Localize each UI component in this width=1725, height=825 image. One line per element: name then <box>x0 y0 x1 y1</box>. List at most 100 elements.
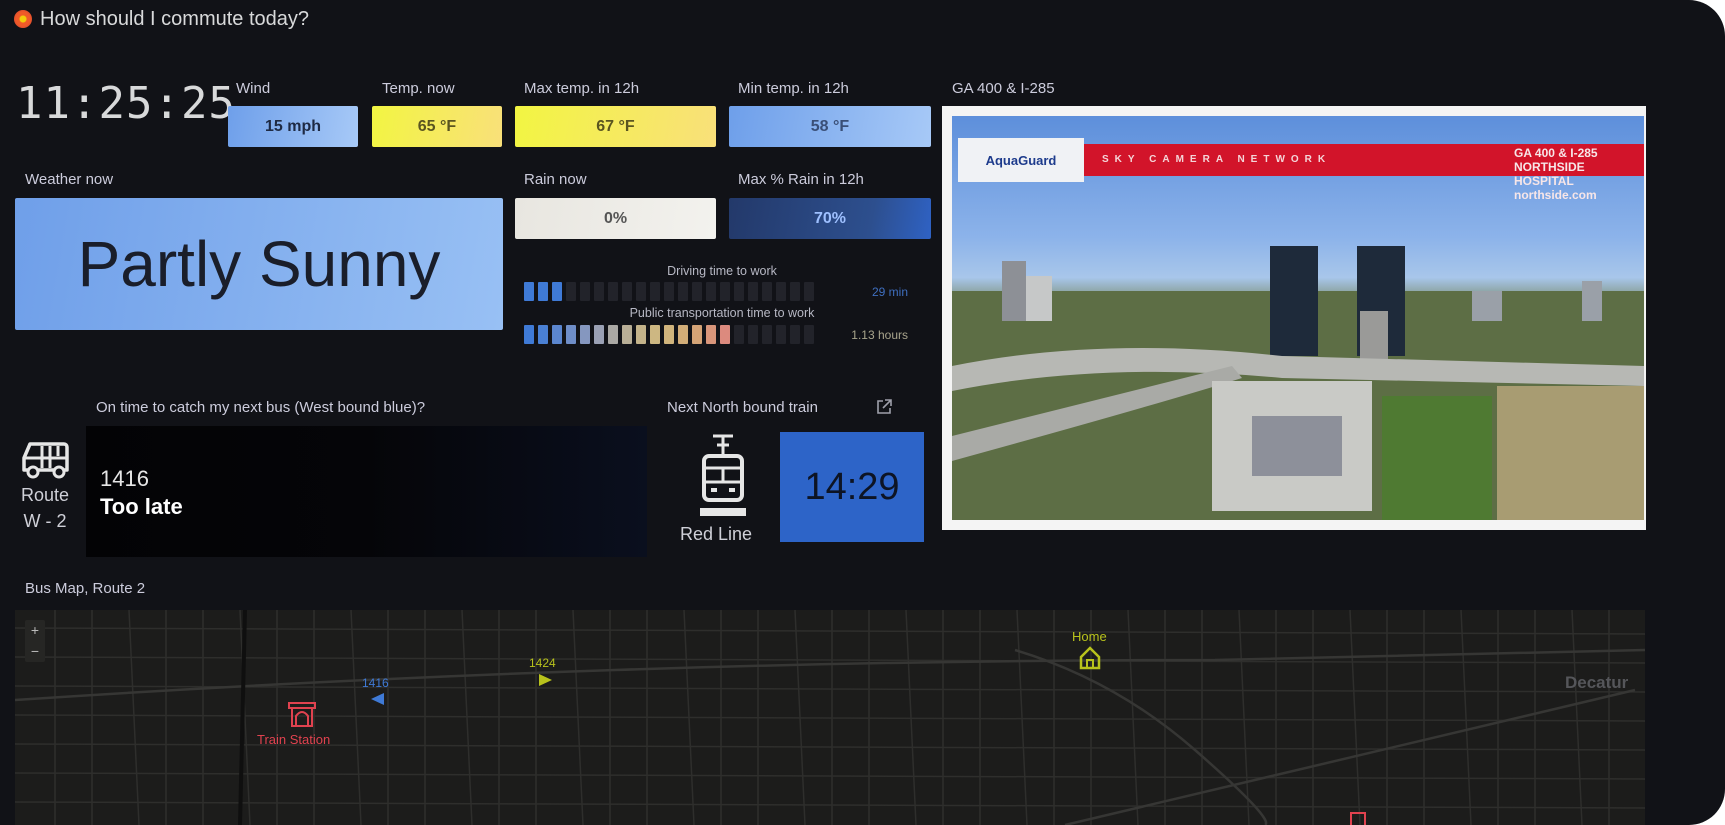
gauge-cell-lit <box>566 325 576 344</box>
traffic-camera-panel: AquaGuard SKY CAMERA NETWORK GA 400 & I-… <box>942 106 1646 530</box>
gauge-cell-lit <box>552 282 562 301</box>
bus-1416-marker-label: 1416 <box>362 676 389 690</box>
gauge-cell-lit <box>720 325 730 344</box>
gauge-cell <box>608 282 618 301</box>
weather-now-label: Weather now <box>25 171 114 188</box>
traffic-camera-image: AquaGuard SKY CAMERA NETWORK GA 400 & I-… <box>952 116 1644 520</box>
station-marker-icon[interactable] <box>1350 812 1366 825</box>
bus-panel-label: On time to catch my next bus (West bound… <box>96 399 426 416</box>
wind-stat: 15 mph <box>228 106 358 147</box>
gauge-cell-lit <box>692 325 702 344</box>
map-zoom-in-button[interactable]: + <box>25 620 45 641</box>
gauge-cell <box>664 282 674 301</box>
map-place-decatur: Decatur <box>1565 673 1629 692</box>
sponsor-logo: AquaGuard <box>958 138 1084 182</box>
train-icon <box>700 434 746 516</box>
gauge-cell <box>748 282 758 301</box>
gauge-cell <box>678 282 688 301</box>
gauge-cell-lit <box>650 325 660 344</box>
bus-status-panel: 1416 Too late <box>86 426 647 557</box>
camera-label: GA 400 & I-285 <box>952 80 1055 97</box>
bus-route-line1: Route <box>20 485 70 505</box>
sponsor-name: AquaGuard <box>985 152 1057 168</box>
gauge-cell-lit <box>594 325 604 344</box>
gauge-cell <box>636 282 646 301</box>
grafana-logo-icon <box>14 10 32 28</box>
camera-network: SKY CAMERA NETWORK <box>1102 154 1332 165</box>
gauge-cell <box>776 325 786 344</box>
dashboard-title[interactable]: How should I commute today? <box>40 8 309 31</box>
camera-location: GA 400 & I-285 NORTHSIDE HOSPITAL northsi… <box>1514 146 1644 202</box>
map-zoom-out-button[interactable]: − <box>25 641 45 662</box>
min-temp-label: Min temp. in 12h <box>738 80 849 97</box>
bus-1424-marker-icon[interactable] <box>537 673 553 687</box>
gauge-cell-lit <box>636 325 646 344</box>
train-time-stat: 14:29 <box>780 432 924 542</box>
gauge-cell <box>762 282 772 301</box>
gauge-cell <box>804 282 814 301</box>
home-marker-icon[interactable] <box>1079 646 1101 670</box>
clock: 11:25:25 <box>16 78 236 129</box>
gauge-cell <box>734 282 744 301</box>
gauge-cell <box>594 282 604 301</box>
gauge-cell <box>790 282 800 301</box>
temp-now-label: Temp. now <box>382 80 455 97</box>
gauge-cell <box>566 282 576 301</box>
dashboard-header: How should I commute today? <box>14 6 309 32</box>
gauge-cell-lit <box>622 325 632 344</box>
max-rain-label: Max % Rain in 12h <box>738 171 864 188</box>
camera-network-bar: SKY CAMERA NETWORK GA 400 & I-285 NORTHS… <box>1084 144 1644 202</box>
bus-status: Too late <box>100 494 183 519</box>
map-streets <box>15 610 1645 825</box>
gauge-cell <box>580 282 590 301</box>
train-station-marker-label: Train Station <box>257 732 331 747</box>
gauge-cell-lit <box>524 282 534 301</box>
gauge-cell <box>734 325 744 344</box>
dashboard-window: How should I commute today? 11:25:25 Win… <box>0 0 1725 825</box>
gauge-cell-lit <box>678 325 688 344</box>
min-temp-stat: 58 °F <box>729 106 931 147</box>
camera-banner: AquaGuard SKY CAMERA NETWORK GA 400 & I-… <box>952 138 1644 202</box>
temp-now-stat: 65 °F <box>372 106 502 147</box>
weather-now-stat: Partly Sunny <box>15 198 503 330</box>
driving-time-label: Driving time to work <box>667 264 777 278</box>
bus-route-line2: W - 2 <box>23 511 67 531</box>
driving-time-value: 29 min <box>871 285 908 299</box>
map-zoom-controls: + − <box>25 620 45 662</box>
gauge-cell-lit <box>608 325 618 344</box>
gauge-cell <box>720 282 730 301</box>
camera-site: northside.com <box>1514 188 1597 202</box>
driving-time-gauge <box>524 282 814 301</box>
max-temp-stat: 67 °F <box>515 106 716 147</box>
gauge-cell <box>706 282 716 301</box>
transit-time-gauge <box>524 325 814 344</box>
home-marker-label: Home <box>1072 629 1107 644</box>
gauge-cell <box>650 282 660 301</box>
bus-map[interactable]: + − Train Station 1416 1424 Home Decatur <box>15 610 1645 825</box>
gauge-cell-lit <box>524 325 534 344</box>
bus-map-label: Bus Map, Route 2 <box>25 580 146 597</box>
max-rain-stat: 70% <box>729 198 931 239</box>
gauge-cell-lit <box>538 282 548 301</box>
gauge-cell <box>762 325 772 344</box>
gauge-cell-lit <box>580 325 590 344</box>
rain-now-stat: 0% <box>515 198 716 239</box>
train-station-marker-icon[interactable] <box>287 700 317 730</box>
gauge-cell <box>622 282 632 301</box>
bus-icon <box>22 442 69 479</box>
external-link-icon[interactable] <box>875 398 893 416</box>
gauge-cell <box>692 282 702 301</box>
bus-number: 1416 <box>100 466 149 491</box>
gauge-cell-lit <box>552 325 562 344</box>
gauge-cell <box>748 325 758 344</box>
train-panel-label: Next North bound train <box>667 399 818 416</box>
train-line-name: Red Line <box>680 524 753 544</box>
transit-time-value: 1.13 hours <box>851 328 908 342</box>
gauge-cell <box>804 325 814 344</box>
gauge-cell-lit <box>706 325 716 344</box>
transit-time-label: Public transportation time to work <box>629 306 815 320</box>
rain-now-label: Rain now <box>524 171 587 188</box>
camera-location-text: GA 400 & I-285 NORTHSIDE HOSPITAL <box>1514 146 1598 188</box>
bus-1416-marker-icon[interactable] <box>370 692 386 706</box>
gauge-cell <box>790 325 800 344</box>
